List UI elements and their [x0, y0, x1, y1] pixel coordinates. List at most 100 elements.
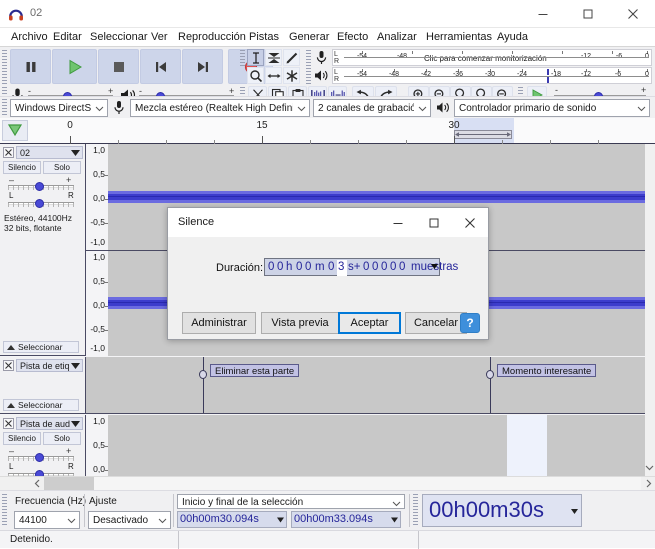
draw-tool-button[interactable] — [283, 49, 300, 66]
dialog-maximize-button[interactable] — [416, 208, 452, 237]
track-3-mute-button[interactable]: Silencio — [3, 432, 41, 445]
track-3-control-panel[interactable]: Pista de aud Silencio Solo – + L R — [0, 415, 86, 476]
scroll-thumb[interactable] — [44, 477, 94, 490]
cancel-button[interactable]: Cancelar — [405, 312, 467, 334]
track-1-name-dropdown[interactable]: 02 — [16, 146, 83, 159]
track-2-select-button[interactable]: Seleccionar — [3, 399, 79, 411]
menu-generar[interactable]: Generar — [284, 30, 334, 46]
label-flag-2[interactable]: Momento interesante — [497, 364, 597, 377]
horizontal-scrollbar[interactable] — [0, 476, 655, 490]
dialog-close-button[interactable] — [452, 208, 488, 237]
skip-to-start-button[interactable] — [140, 49, 181, 84]
track-3-name-dropdown[interactable]: Pista de aud — [16, 417, 83, 430]
track-1-ch2-vertical-ruler[interactable]: 1,0 0,5 0,0 -0,5 -1,0 — [86, 251, 108, 356]
skip-to-end-button[interactable] — [182, 49, 223, 84]
project-rate-select[interactable]: 44100 — [14, 511, 80, 529]
scroll-track[interactable] — [44, 477, 641, 490]
chevron-down-icon[interactable] — [431, 264, 438, 269]
play-button[interactable] — [52, 49, 97, 84]
scroll-left-button[interactable] — [30, 477, 44, 490]
menu-pistas[interactable]: Pistas — [244, 30, 284, 46]
record-meter-grip[interactable] — [306, 50, 311, 66]
manage-button[interactable]: Administrar — [182, 312, 256, 334]
track-3-vertical-ruler[interactable]: 1,0 0,5 0,0 — [86, 415, 108, 476]
track-3-gain-knob[interactable] — [35, 453, 44, 462]
track-1-gain-knob[interactable] — [35, 182, 44, 191]
menu-ver[interactable]: Ver — [146, 30, 173, 46]
pause-button[interactable] — [10, 49, 51, 84]
timeline-ruler[interactable]: 0 15 30 — [0, 118, 655, 144]
timeshift-tool-button[interactable] — [265, 67, 282, 84]
track-3-close-button[interactable] — [3, 418, 14, 429]
recording-device-select[interactable]: Mezcla estéreo (Realtek High Definition … — [130, 99, 310, 117]
track-3-selection-region[interactable] — [507, 415, 547, 476]
chevron-down-icon[interactable] — [277, 517, 284, 522]
menu-archivo[interactable]: Archivo — [6, 30, 53, 46]
menu-seleccionar[interactable]: Seleccionar — [85, 30, 152, 46]
device-toolbar-grip[interactable] — [2, 99, 7, 115]
track-3-solo-button[interactable]: Solo — [43, 432, 81, 445]
ok-button[interactable]: Aceptar — [338, 312, 401, 334]
help-button[interactable]: ? — [460, 313, 480, 333]
menu-analizar[interactable]: Analizar — [372, 30, 422, 46]
snap-to-select[interactable]: Desactivado — [88, 511, 171, 529]
recording-meter[interactable]: L R -54 -48 -12 -6 0 Clic para comenzar … — [332, 49, 652, 66]
pinned-play-head-icon[interactable] — [2, 120, 28, 141]
tools-toolbar-grip[interactable] — [240, 50, 245, 66]
chevron-down-icon[interactable] — [571, 509, 578, 514]
playback-device-select[interactable]: Controlador primario de sonido — [454, 99, 650, 117]
menu-editar[interactable]: Editar — [48, 30, 87, 46]
selection-mode-select[interactable]: Inicio y final de la selección — [177, 494, 405, 509]
playback-meter[interactable]: L R -54 -48 -42 -36 -30 -24 -18 -12 -6 0 — [332, 67, 652, 84]
playback-meter-grip[interactable] — [306, 68, 311, 84]
track-1-pan-knob[interactable] — [35, 199, 44, 208]
track-2-control-panel[interactable]: Pista de etiq Seleccionar — [0, 357, 86, 413]
zoom-tool-button[interactable] — [247, 67, 264, 84]
duration-time-field[interactable]: 0 0 h 0 0 m 0 3 s+ 0 0 0 0 0 muestras — [264, 258, 458, 276]
track-2-name-dropdown[interactable]: Pista de etiq — [16, 359, 83, 372]
dialog-minimize-button[interactable] — [380, 208, 416, 237]
track-audio-2[interactable]: Pista de aud Silencio Solo – + L R 1,0 0… — [0, 415, 645, 476]
preview-button[interactable]: Vista previa — [261, 312, 339, 334]
dur-seg-7[interactable]: 3 — [338, 261, 344, 273]
audio-position-display[interactable]: 00h00m30s — [422, 494, 582, 527]
label-flag-1[interactable]: Eliminar esta parte — [210, 364, 300, 377]
silence-dialog[interactable]: Silence Duración: 0 0 h 0 0 m 0 3 s+ 0 0 — [167, 207, 489, 340]
selection-start-time-field[interactable]: 00h00m30.094s — [177, 511, 287, 528]
window-maximize-button[interactable] — [565, 0, 610, 28]
recording-channels-select[interactable]: 2 canales de grabación (Ster — [313, 99, 431, 117]
window-close-button[interactable] — [610, 0, 655, 28]
menu-reproduccion[interactable]: Reproducción — [173, 30, 251, 46]
multi-tool-button[interactable] — [283, 67, 300, 84]
track-1-close-button[interactable] — [3, 147, 14, 158]
audio-host-select[interactable]: Windows DirectSou — [10, 99, 108, 117]
track-label-1[interactable]: Pista de etiq Seleccionar Eliminar esta … — [0, 357, 645, 414]
transport-toolbar-grip[interactable] — [2, 50, 7, 84]
ruler-selection-handle[interactable] — [454, 130, 512, 139]
track-2-close-button[interactable] — [3, 360, 14, 371]
label-handle-1[interactable] — [199, 370, 207, 379]
selection-toolbar-grip[interactable] — [2, 494, 7, 527]
menu-efecto[interactable]: Efecto — [332, 30, 373, 46]
chevron-down-icon[interactable] — [391, 517, 398, 522]
time-toolbar-grip[interactable] — [413, 494, 418, 527]
track-1-select-button[interactable]: Seleccionar — [3, 341, 79, 353]
label-track-body[interactable]: Eliminar esta parte Momento interesante — [86, 357, 645, 413]
vertical-scrollbar[interactable] — [645, 144, 655, 476]
label-handle-2[interactable] — [486, 370, 494, 379]
window-minimize-button[interactable] — [520, 0, 565, 28]
track-3-waveform[interactable] — [108, 415, 645, 476]
track-1-control-panel[interactable]: 02 Silencio Solo – + L R Estéreo, 44100H… — [0, 144, 86, 355]
envelope-tool-button[interactable] — [265, 49, 282, 66]
track-1-ch1-vertical-ruler[interactable]: 1,0 0,5 0,0 -0,5 -1,0 — [86, 144, 108, 250]
track-1-solo-button[interactable]: Solo — [43, 161, 81, 174]
ruler-body[interactable]: 0 15 30 — [30, 118, 655, 144]
chevron-down-icon[interactable] — [645, 463, 654, 472]
stop-button[interactable] — [98, 49, 139, 84]
scroll-right-button[interactable] — [641, 477, 655, 490]
menu-herramientas[interactable]: Herramientas — [421, 30, 497, 46]
track-1-mute-button[interactable]: Silencio — [3, 161, 41, 174]
selection-end-time-field[interactable]: 00h00m33.094s — [291, 511, 401, 528]
selection-tool-button[interactable] — [247, 49, 264, 66]
menu-ayuda[interactable]: Ayuda — [492, 30, 533, 46]
